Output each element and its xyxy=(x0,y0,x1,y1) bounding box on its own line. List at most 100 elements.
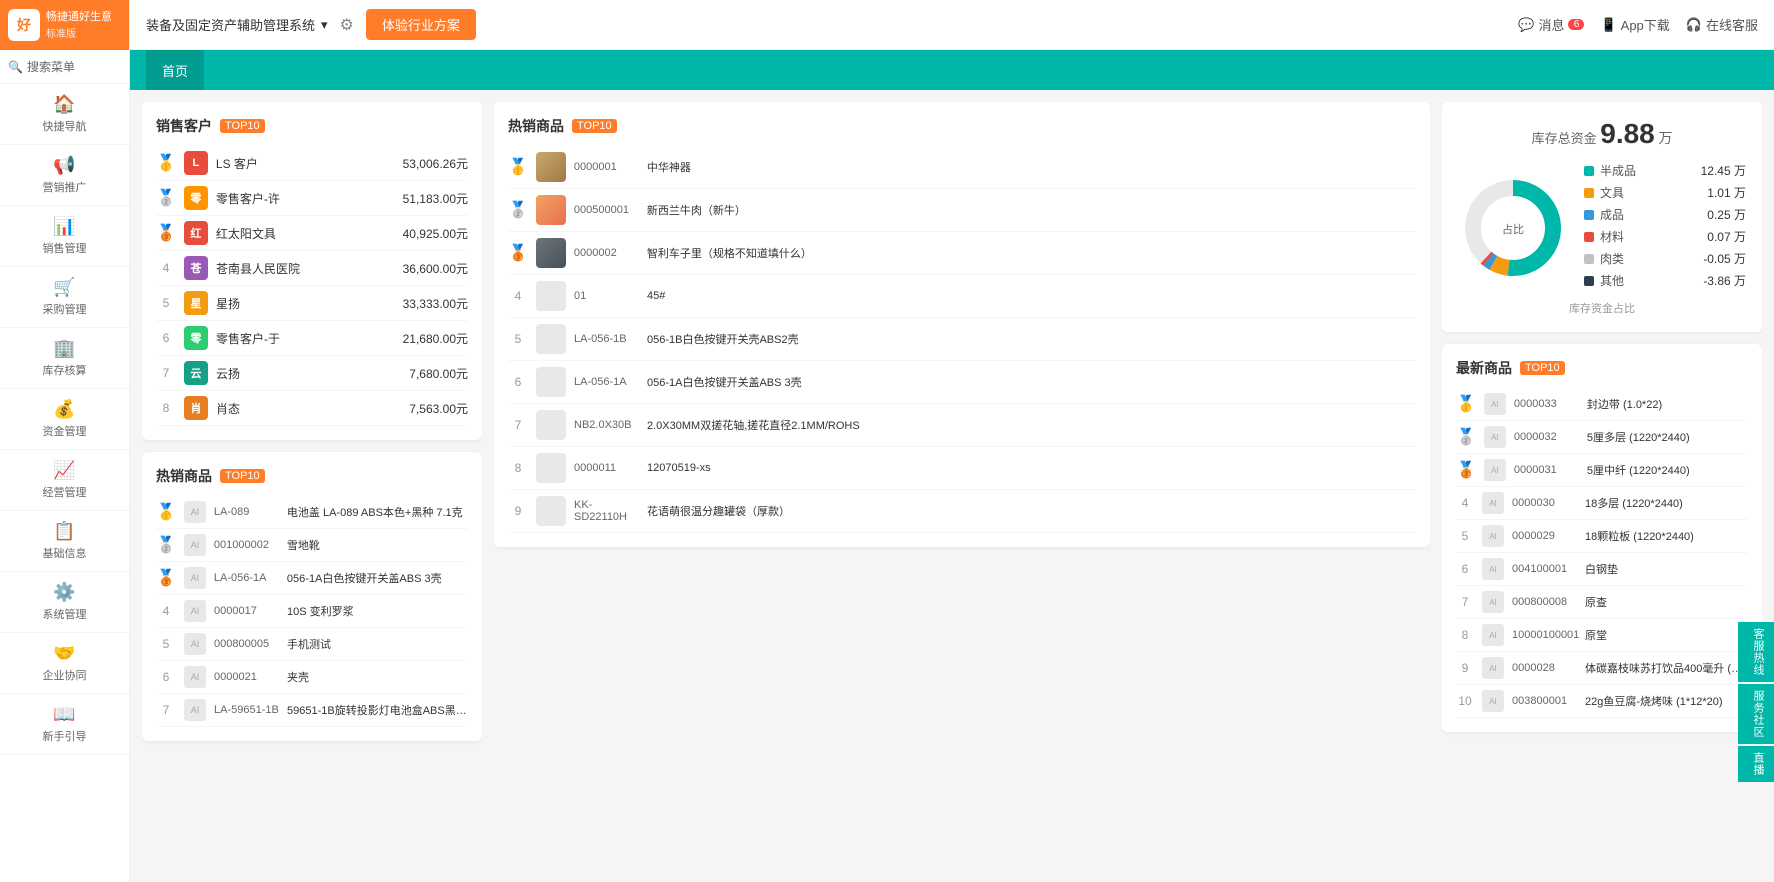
sidebar-item-sales[interactable]: 📊 销售管理 xyxy=(0,206,129,267)
product-thumbnail xyxy=(536,496,566,526)
sidebar-item-system[interactable]: ⚙️ 系统管理 xyxy=(0,572,129,633)
rank-number: 6 xyxy=(508,375,528,389)
tab-home[interactable]: 首页 xyxy=(146,50,204,90)
live-broadcast-btn[interactable]: 直播 xyxy=(1738,746,1774,782)
hot-rank-header: 热销商品 TOP10 xyxy=(156,466,468,486)
nav-label-enterprise: 企业协同 xyxy=(43,667,87,683)
product-name: 18多层 (1220*2440) xyxy=(1585,495,1748,511)
product-thumbnail: AI xyxy=(1484,393,1506,415)
app-download-btn[interactable]: 📱 App下载 xyxy=(1600,15,1669,34)
sidebar-item-purchase[interactable]: 🛒 采购管理 xyxy=(0,267,129,328)
dropdown-icon[interactable]: ▾ xyxy=(321,17,328,33)
sidebar-item-finance[interactable]: 💰 资金管理 xyxy=(0,389,129,450)
product-name: 原查 xyxy=(1585,594,1748,610)
product-thumbnail: AI xyxy=(184,534,206,556)
avatar: 零 xyxy=(184,186,208,210)
sub-nav: 首页 xyxy=(130,50,1774,90)
sidebar-search[interactable]: 🔍 搜索菜单 xyxy=(0,50,129,84)
product-code: 0000032 xyxy=(1514,431,1579,443)
rank-number: 7 xyxy=(156,703,176,717)
product-code: 0000029 xyxy=(1512,530,1577,542)
list-item: 4 01 45# xyxy=(508,275,1416,318)
settings-icon[interactable]: ⚙ xyxy=(340,15,354,35)
list-item: 🥇 0000001 中华神器 xyxy=(508,146,1416,189)
product-thumbnail xyxy=(536,324,566,354)
product-thumbnail: AI xyxy=(1482,657,1504,679)
list-item: 6 LA-056-1A 056-1A白色按键开关盖ABS 3壳 xyxy=(508,361,1416,404)
sidebar-item-enterprise[interactable]: 🤝 企业协同 xyxy=(0,633,129,694)
sidebar-item-inventory[interactable]: 🏢 库存核算 xyxy=(0,328,129,389)
sidebar: 好 畅捷通好生意 标准版 🔍 搜索菜单 🏠 快捷导航 📢 营销推广 📊 销售管理… xyxy=(0,0,130,882)
product-thumbnail: AI xyxy=(1484,459,1506,481)
hot-products-list: 🥇 0000001 中华神器 🥈 000500001 xyxy=(508,146,1416,533)
list-item: 🥉 AI 0000031 5厘中纤 (1220*2440) xyxy=(1456,454,1748,487)
newest-products-header: 最新商品 TOP10 xyxy=(1456,358,1748,378)
phone-icon: 📱 xyxy=(1600,17,1616,33)
sales-rank-table: 🥇 L LS 客户 53,006.26元 🥈 零 零售客户-许 51,183.0… xyxy=(156,146,468,426)
list-item: 🥈 000500001 新西兰牛肉（新牛） xyxy=(508,189,1416,232)
medal-icon: 🥇 xyxy=(1456,394,1476,414)
hot-products-header: 热销商品 TOP10 xyxy=(508,116,1416,136)
logo-icon: 好 xyxy=(8,9,40,41)
customer-hotline-btn[interactable]: 客服热线 xyxy=(1738,622,1774,682)
logo-sub: 标准版 xyxy=(46,25,112,40)
product-thumbnail: AI xyxy=(1482,690,1504,712)
list-item: 10 AI 003800001 22g鱼豆腐-烧烤味 (1*12*20) xyxy=(1456,685,1748,718)
nav-icon-inventory: 🏢 xyxy=(53,338,75,359)
product-thumbnail xyxy=(536,195,566,225)
product-code: 0000021 xyxy=(214,671,279,683)
list-item: 8 AI 10000100001 原堂 xyxy=(1456,619,1748,652)
product-name: 5厘多层 (1220*2440) xyxy=(1587,429,1748,445)
newest-products-title: 最新商品 xyxy=(1456,358,1512,378)
float-buttons: 客服热线 服务社区 直播 xyxy=(1738,622,1774,782)
legend-item: 成品 0.25 万 xyxy=(1584,206,1746,223)
legend-label: 其他 xyxy=(1600,272,1697,289)
product-thumbnail xyxy=(536,453,566,483)
nav-icon-operations: 📈 xyxy=(53,460,75,481)
nav-label-inventory: 库存核算 xyxy=(43,362,87,378)
legend-list: 半成品 12.45 万 文具 1.01 万 成品 0.25 万 xyxy=(1584,162,1746,294)
message-badge: 6 xyxy=(1568,19,1584,30)
service-community-btn[interactable]: 服务社区 xyxy=(1738,684,1774,744)
table-row: 7 AI LA-59651-1B 59651-1B旋转投影灯电池盒ABS黑色+5… xyxy=(156,694,468,727)
inventory-card: 库存总资金 9.88 万 xyxy=(1442,102,1762,332)
sidebar-item-marketing[interactable]: 📢 营销推广 xyxy=(0,145,129,206)
trial-btn[interactable]: 体验行业方案 xyxy=(366,9,476,40)
list-item: 7 AI 000800008 原查 xyxy=(1456,586,1748,619)
sidebar-item-basic-info[interactable]: 📋 基础信息 xyxy=(0,511,129,572)
customer-name: LS 客户 xyxy=(216,155,395,172)
hot-products-card: 热销商品 TOP10 🥇 0000001 中华神器 � xyxy=(494,102,1430,547)
customer-name: 云扬 xyxy=(216,365,401,382)
rank-number: 8 xyxy=(508,461,528,475)
rank-number: 8 xyxy=(156,401,176,415)
sidebar-item-guide[interactable]: 📖 新手引导 xyxy=(0,694,129,755)
list-item: 9 KK-SD22110H 花语萌很温分趣罐袋（厚款） xyxy=(508,490,1416,533)
messages-btn[interactable]: 💬 消息 6 xyxy=(1518,15,1584,34)
legend-dot xyxy=(1584,166,1594,176)
product-thumbnail: AI xyxy=(184,501,206,523)
rank-number: 7 xyxy=(508,418,528,432)
online-service-btn[interactable]: 🎧 在线客服 xyxy=(1686,15,1758,34)
sidebar-nav: 🏠 快捷导航 📢 营销推广 📊 销售管理 🛒 采购管理 🏢 库存核算 💰 资金管… xyxy=(0,84,129,882)
sidebar-item-operations[interactable]: 📈 经营管理 xyxy=(0,450,129,511)
nav-icon-purchase: 🛒 xyxy=(53,277,75,298)
product-code: 000500001 xyxy=(574,204,639,216)
product-code: 000800008 xyxy=(1512,596,1577,608)
nav-label-sales: 销售管理 xyxy=(43,240,87,256)
avatar: 零 xyxy=(184,326,208,350)
sales-rank-header: 销售客户 TOP10 xyxy=(156,116,468,136)
nav-icon-navigation: 🏠 xyxy=(53,94,75,115)
sidebar-item-navigation[interactable]: 🏠 快捷导航 xyxy=(0,84,129,145)
newest-products-list: 🥇 AI 0000033 封边带 (1.0*22) 🥈 AI 0000032 5… xyxy=(1456,388,1748,718)
nav-label-finance: 资金管理 xyxy=(43,423,87,439)
sale-amount: 21,680.00元 xyxy=(403,330,468,347)
donut-chart-area: 占比 半成品 12.45 万 文具 1.01 万 xyxy=(1458,162,1746,294)
product-name: 智利车子里（规格不知道填什么） xyxy=(647,245,1416,261)
product-code: LA-089 xyxy=(214,506,279,518)
legend-item: 肉类 -0.05 万 xyxy=(1584,250,1746,267)
avatar: L xyxy=(184,151,208,175)
medal-icon: 🥇 xyxy=(156,502,176,522)
product-name: 白钢垫 xyxy=(1585,561,1748,577)
legend-value: 1.01 万 xyxy=(1707,184,1746,201)
inventory-sub-label: 库存资金占比 xyxy=(1458,300,1746,316)
